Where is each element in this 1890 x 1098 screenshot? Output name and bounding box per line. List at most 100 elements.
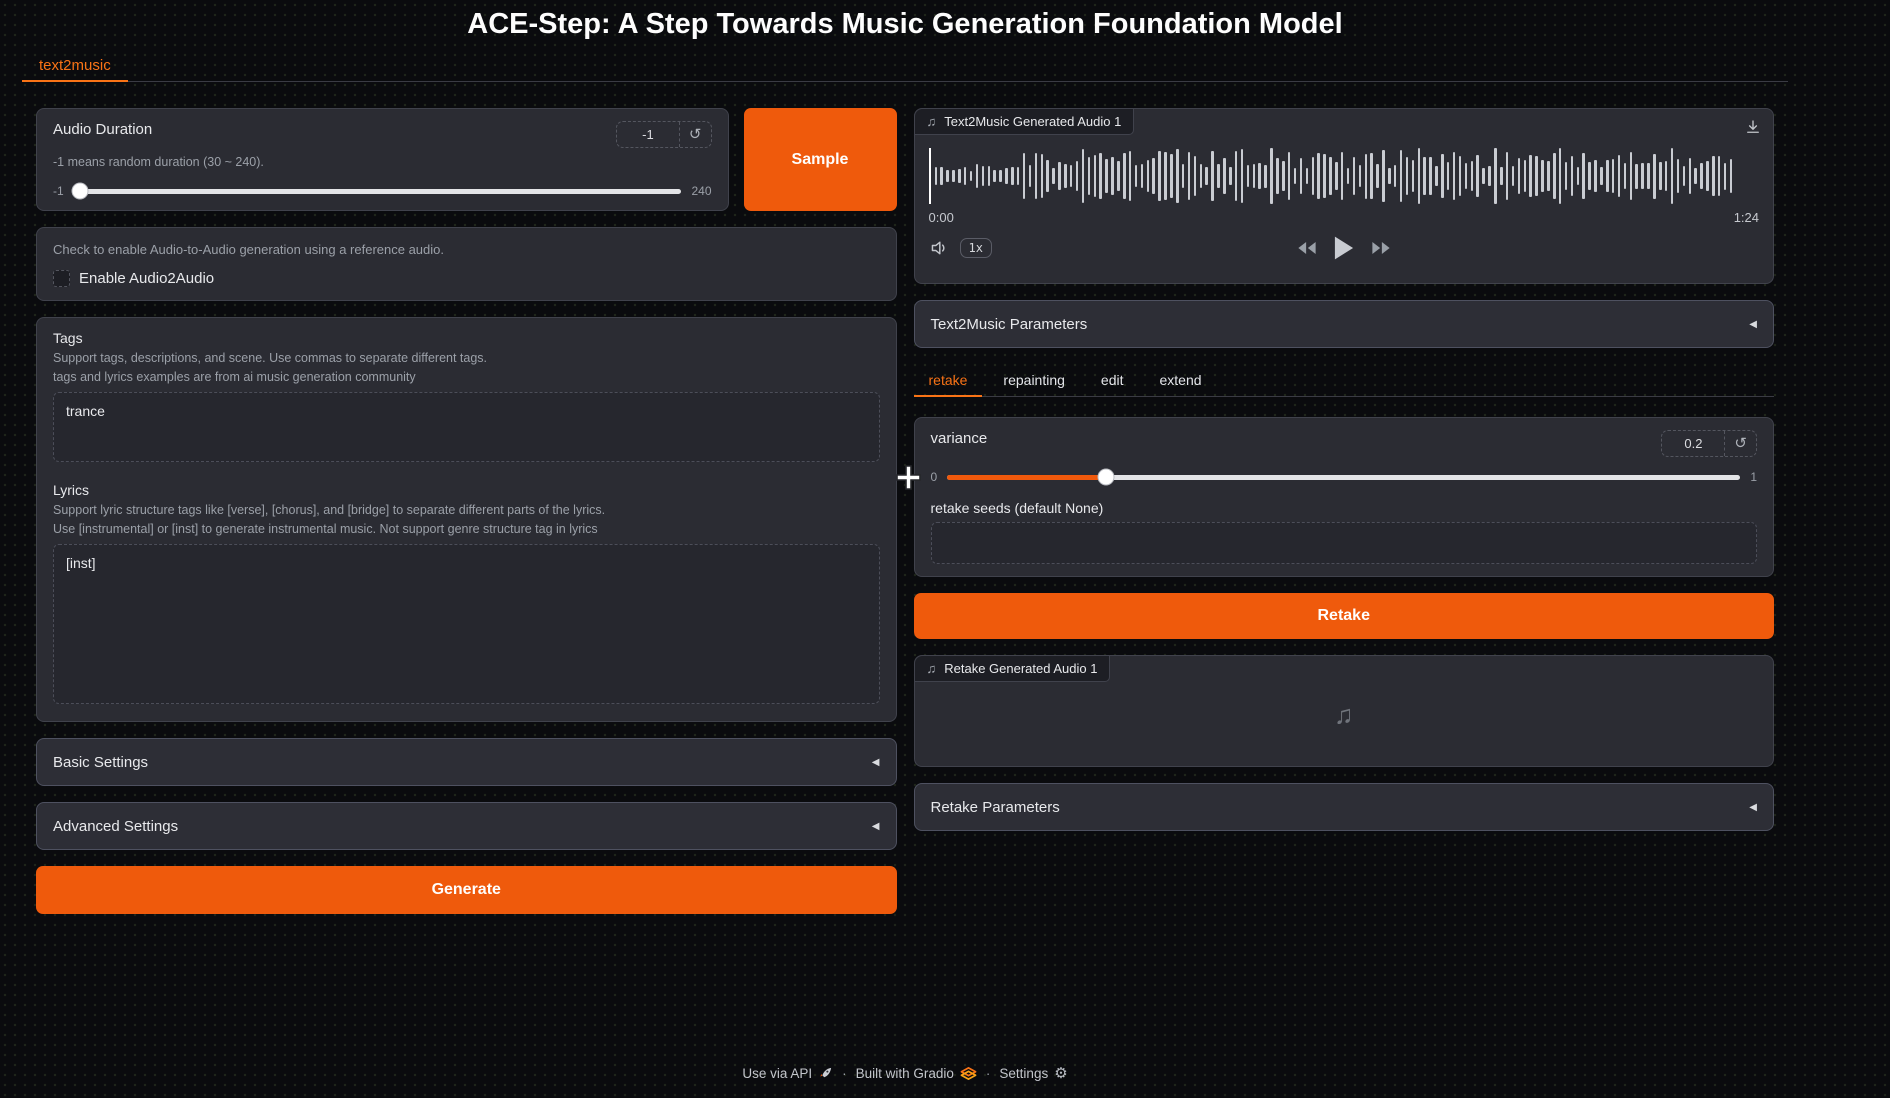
basic-settings-accordion[interactable]: Basic Settings ◀ <box>36 738 897 787</box>
lyrics-info-2: Use [instrumental] or [inst] to generate… <box>53 522 598 537</box>
text2music-parameters-accordion[interactable]: Text2Music Parameters ◀ <box>913 300 1774 348</box>
waveform-bar <box>1411 159 1415 193</box>
waveform-bar <box>1388 167 1391 185</box>
waveform-bar <box>1600 167 1603 185</box>
waveform-bar <box>1087 157 1091 195</box>
main-tabbar: text2music <box>22 50 1788 82</box>
waveform-bar <box>1022 152 1026 200</box>
generate-button[interactable]: Generate <box>36 866 897 915</box>
reset-icon[interactable]: ↺ <box>1724 431 1756 456</box>
waveform-bar <box>1234 150 1238 202</box>
waveform-bar <box>1682 166 1686 186</box>
lyrics-label: Lyrics <box>53 482 90 499</box>
waveform-bar <box>1305 168 1309 184</box>
waveform-bar <box>1299 158 1303 194</box>
waveform[interactable] <box>928 147 1760 205</box>
waveform-bar <box>1464 162 1468 190</box>
retake-button[interactable]: Retake <box>913 593 1774 639</box>
waveform-bar <box>1193 156 1197 196</box>
retake-seeds-input[interactable] <box>930 522 1757 564</box>
variance-label: variance <box>930 430 988 447</box>
slider-handle[interactable] <box>1097 468 1115 486</box>
waveform-bar <box>1535 155 1538 197</box>
settings-link[interactable]: Settings ⚙ <box>999 1064 1067 1082</box>
waveform-bar <box>1046 159 1049 193</box>
waveform-bar <box>1723 162 1727 190</box>
waveform-bar <box>1358 165 1362 187</box>
rewind-icon[interactable] <box>1297 241 1316 256</box>
audio-duration-input[interactable] <box>616 122 679 147</box>
collapse-arrow-icon: ◀ <box>871 756 880 768</box>
waveform-bar <box>1458 155 1462 197</box>
lyrics-textarea[interactable]: [inst] <box>53 544 880 705</box>
waveform-bar <box>1623 163 1627 189</box>
audio2audio-panel: Check to enable Audio-to-Audio generatio… <box>36 227 897 301</box>
reset-icon[interactable]: ↺ <box>678 122 711 147</box>
waveform-bar <box>1158 150 1161 202</box>
slider-max-label: 1 <box>1750 470 1757 484</box>
fast-forward-icon[interactable] <box>1371 241 1390 256</box>
waveform-bar <box>958 169 961 183</box>
waveform-bar <box>1240 148 1244 204</box>
slider-handle[interactable] <box>71 182 89 200</box>
enable-audio2audio-checkbox[interactable] <box>53 269 70 287</box>
download-icon[interactable] <box>1742 116 1764 141</box>
waveform-bar <box>1276 158 1279 194</box>
waveform-bar <box>1081 148 1085 204</box>
tags-textarea[interactable]: trance <box>53 392 880 463</box>
music-note-icon: ♫ <box>926 661 937 676</box>
play-icon[interactable] <box>1333 236 1354 261</box>
waveform-bar <box>1664 161 1668 191</box>
waveform-bar <box>975 164 979 188</box>
audio-duration-panel: Audio Duration ↺ -1 means random duratio… <box>36 108 729 212</box>
audio-title: Retake Generated Audio 1 <box>944 661 1098 676</box>
waveform-bar <box>1729 158 1733 194</box>
waveform-bar <box>1340 152 1344 200</box>
advanced-settings-accordion[interactable]: Advanced Settings ◀ <box>36 802 897 851</box>
waveform-bar <box>1564 161 1568 191</box>
waveform-bar <box>1329 157 1332 195</box>
built-with-gradio-link[interactable]: Built with Gradio <box>856 1066 977 1081</box>
waveform-bar <box>1482 167 1485 185</box>
tab-text2music[interactable]: text2music <box>22 50 128 82</box>
waveform-playhead <box>928 148 931 204</box>
tab-retake[interactable]: retake <box>913 364 983 397</box>
waveform-bar <box>1058 161 1061 191</box>
waveform-bar <box>1105 158 1108 194</box>
footer: Use via API · Built with Gradio · Settin… <box>22 1064 1788 1082</box>
waveform-bar <box>1553 153 1556 199</box>
playback-speed-button[interactable]: 1x <box>959 238 992 258</box>
waveform-bar <box>1287 152 1291 200</box>
waveform-bar <box>1099 153 1102 199</box>
waveform-bar <box>1405 156 1409 196</box>
tab-edit[interactable]: edit <box>1086 364 1139 396</box>
tab-repainting[interactable]: repainting <box>988 364 1080 396</box>
waveform-bar <box>1335 162 1338 190</box>
sample-button[interactable]: Sample <box>743 108 897 212</box>
waveform-bar <box>1694 168 1697 184</box>
waveform-bar <box>1712 156 1715 196</box>
waveform-bar <box>1429 156 1432 196</box>
retake-parameters-accordion[interactable]: Retake Parameters ◀ <box>913 783 1774 831</box>
variance-input[interactable] <box>1662 431 1725 456</box>
waveform-bar <box>1446 161 1450 191</box>
tab-extend[interactable]: extend <box>1145 364 1217 396</box>
tags-label: Tags <box>53 329 83 346</box>
volume-icon[interactable] <box>929 239 949 257</box>
main-content: Audio Duration ↺ -1 means random duratio… <box>22 108 1788 915</box>
use-via-api-link[interactable]: Use via API <box>742 1066 833 1081</box>
audio-duration-slider[interactable] <box>71 182 682 200</box>
music-note-icon: ♫ <box>926 114 937 129</box>
waveform-bar <box>1111 156 1114 196</box>
waveform-bar <box>1382 149 1385 203</box>
variance-slider[interactable] <box>947 468 1741 486</box>
waveform-bar <box>946 170 949 182</box>
waveform-bar <box>1011 166 1014 186</box>
waveform-bar <box>1293 167 1297 185</box>
waveform-bar <box>1647 163 1650 189</box>
left-column: Audio Duration ↺ -1 means random duratio… <box>36 108 897 915</box>
page-title: ACE-Step: A Step Towards Music Generatio… <box>467 8 1343 40</box>
waveform-bar <box>1700 162 1703 190</box>
waveform-bar <box>1594 159 1597 193</box>
waveform-bar <box>1717 156 1721 196</box>
